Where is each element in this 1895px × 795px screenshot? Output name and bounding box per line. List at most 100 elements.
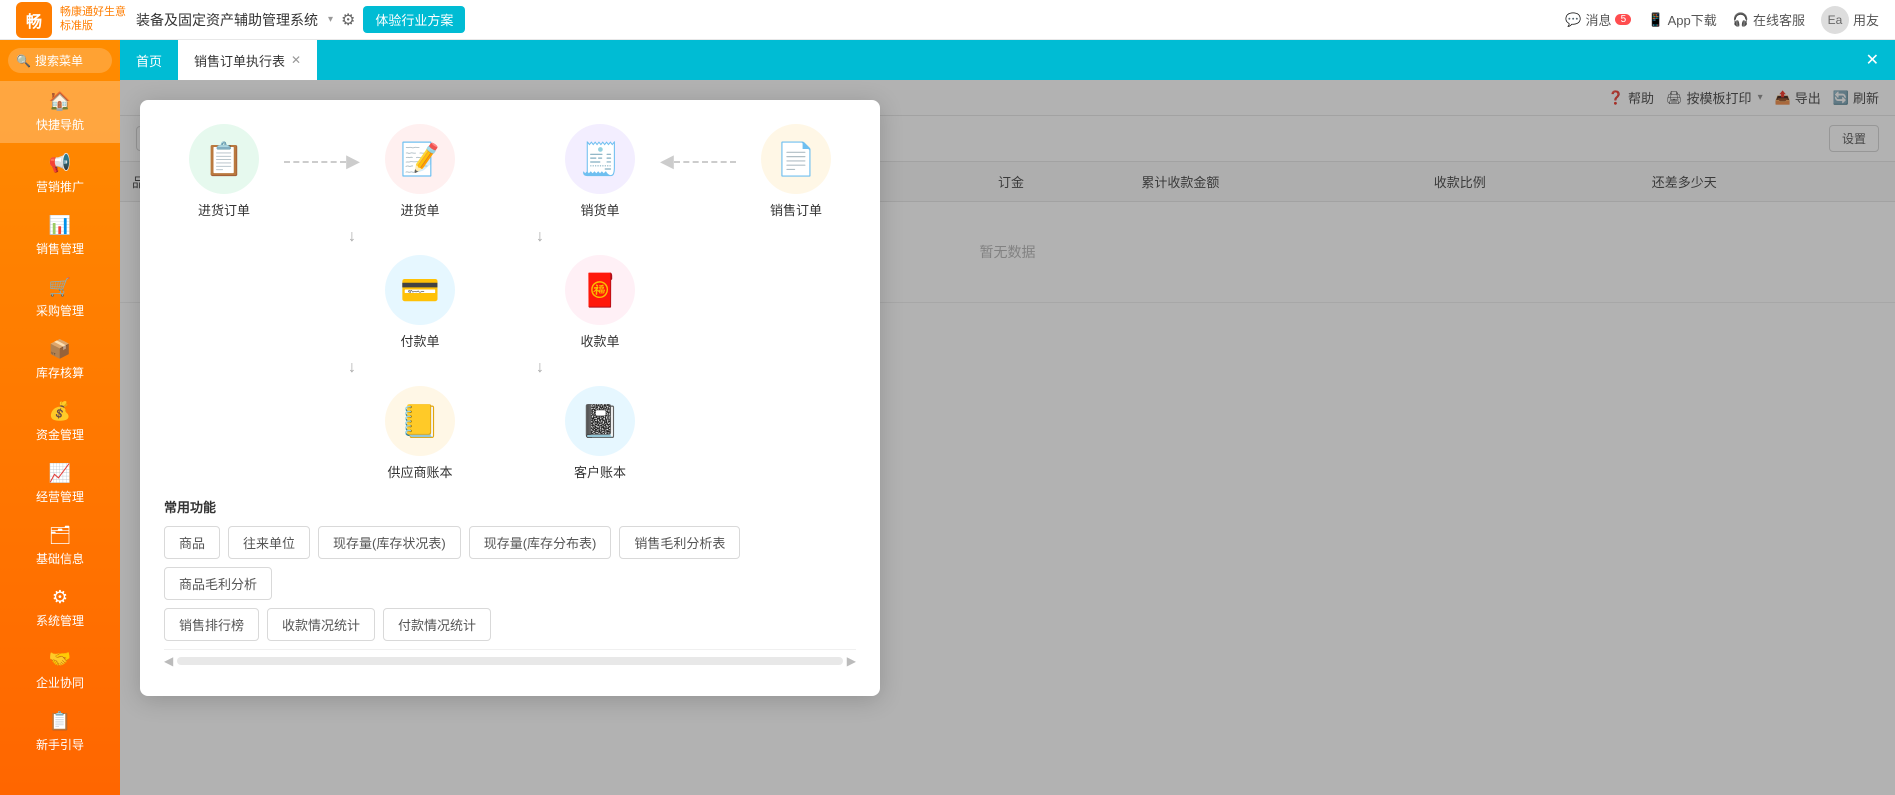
- function-btns-row1: 商品 往来单位 现存量(库存状况表) 现存量(库存分布表) 销售毛利分析表 商品…: [164, 526, 856, 600]
- experience-button[interactable]: 体验行业方案: [363, 6, 465, 33]
- supplier-ledger-circle: 📒: [385, 386, 455, 456]
- avatar: Ea: [1821, 6, 1849, 34]
- topbar: 畅 畅康通好生意 标准版 装备及固定资产辅助管理系统 ▾ ⚙ 体验行业方案 💬 …: [0, 0, 1895, 40]
- finance-icon: 💰: [49, 401, 71, 422]
- scroll-track[interactable]: [177, 657, 843, 665]
- sidebar-item-operations[interactable]: 📈 经营管理: [0, 453, 120, 515]
- flow-node-sale-order[interactable]: 📄 销售订单: [736, 124, 856, 219]
- tab-home[interactable]: 首页: [120, 40, 178, 80]
- popup-overlay: 📋 进货订单 ▶: [120, 80, 1895, 795]
- flow-row-arrows2: ↓ ↓: [164, 358, 856, 378]
- sidebar-item-enterprise[interactable]: 🤝 企业协同: [0, 639, 120, 701]
- sidebar-item-label: 经营管理: [36, 488, 84, 505]
- customer-ledger-circle: 📓: [565, 386, 635, 456]
- func-btn-supplier[interactable]: 往来单位: [228, 526, 310, 559]
- settings-icon[interactable]: ⚙: [341, 10, 355, 30]
- sidebar-item-label: 基础信息: [36, 550, 84, 567]
- dashed-line-2: [674, 161, 736, 163]
- sidebar: 🔍 搜索菜单 🏠 快捷导航 📢 营销推广 📊 销售管理 🛒 采购管理 📦 库存核…: [0, 40, 120, 795]
- sidebar-search-area: 🔍 搜索菜单: [0, 40, 120, 81]
- flow-row-1: 📋 进货订单 ▶: [164, 124, 856, 219]
- dashed-line: [284, 161, 346, 163]
- flow-node-receipt[interactable]: 🧧 收款单: [540, 255, 660, 350]
- flow-node-purchase-order[interactable]: 📋 进货订单: [164, 124, 284, 219]
- flow-node-payment[interactable]: 💳 付款单: [360, 255, 480, 350]
- func-btn-product-profit[interactable]: 商品毛利分析: [164, 567, 272, 600]
- arrow-purchase-order-to-bill: ▶: [284, 151, 360, 192]
- online-service-button[interactable]: 🎧 在线客服: [1733, 10, 1805, 29]
- sidebar-item-label: 库存核算: [36, 364, 84, 381]
- sidebar-item-purchase[interactable]: 🛒 采购管理: [0, 267, 120, 329]
- flow-row-2: 💳 付款单 🧧 收款单: [164, 255, 856, 350]
- receipt-circle: 🧧: [565, 255, 635, 325]
- payment-circle: 💳: [385, 255, 455, 325]
- sale-order-circle: 📄: [761, 124, 831, 194]
- tab-sale-order[interactable]: 销售订单执行表 ✕: [178, 40, 317, 80]
- enterprise-icon: 🤝: [49, 649, 71, 670]
- operations-icon: 📈: [49, 463, 71, 484]
- quick-nav-popup: 📋 进货订单 ▶: [140, 100, 880, 696]
- topbar-actions: 💬 消息 5 📱 App下载 🎧 在线客服 Ea 用友: [1565, 6, 1879, 34]
- sidebar-item-guide[interactable]: 📋 新手引导: [0, 701, 120, 763]
- sidebar-item-label: 企业协同: [36, 674, 84, 691]
- scroll-right-icon[interactable]: ▶: [847, 654, 856, 668]
- sidebar-item-quick-nav[interactable]: 🏠 快捷导航: [0, 81, 120, 143]
- system-icon: ⚙: [52, 587, 68, 608]
- receipt-label: 收款单: [580, 331, 619, 350]
- sale-bill-label: 销货单: [580, 200, 619, 219]
- tab-close-icon[interactable]: ✕: [291, 53, 301, 67]
- sidebar-item-label: 新手引导: [36, 736, 84, 753]
- func-btn-product[interactable]: 商品: [164, 526, 220, 559]
- func-btn-gross-profit[interactable]: 销售毛利分析表: [619, 526, 740, 559]
- scroll-left-icon[interactable]: ◀: [164, 654, 173, 668]
- flow-node-sale-bill[interactable]: 🧾 销货单: [540, 124, 660, 219]
- sidebar-item-label: 系统管理: [36, 612, 84, 629]
- func-btn-receipt-stats[interactable]: 收款情况统计: [267, 608, 375, 641]
- app-download-button[interactable]: 📱 App下载: [1647, 10, 1716, 29]
- scroll-hint: ◀ ▶: [164, 649, 856, 672]
- sales-icon: 📊: [49, 215, 71, 236]
- sidebar-item-inventory[interactable]: 📦 库存核算: [0, 329, 120, 391]
- inventory-icon: 📦: [49, 339, 71, 360]
- sidebar-item-system[interactable]: ⚙ 系统管理: [0, 577, 120, 639]
- close-all-button[interactable]: ✕: [1850, 50, 1895, 70]
- sale-order-label: 销售订单: [770, 200, 822, 219]
- func-btn-inventory-dist[interactable]: 现存量(库存分布表): [469, 526, 612, 559]
- search-icon: 🔍: [16, 54, 31, 68]
- arrow-sale-order-to-bill: ◀: [660, 151, 736, 192]
- flow-row-arrows: ↓ ↓: [164, 227, 856, 247]
- sidebar-item-basic-info[interactable]: 🗂 基础信息: [0, 515, 120, 577]
- home-icon: 🏠: [49, 91, 71, 112]
- func-btn-sales-ranking[interactable]: 销售排行榜: [164, 608, 259, 641]
- common-functions-title: 常用功能: [164, 497, 856, 516]
- service-icon: 🎧: [1733, 12, 1749, 28]
- user-menu[interactable]: Ea 用友: [1821, 6, 1879, 34]
- sidebar-item-sales[interactable]: 📊 销售管理: [0, 205, 120, 267]
- sidebar-item-label: 快捷导航: [36, 116, 84, 133]
- flow-node-purchase-bill[interactable]: 📝 进货单: [360, 124, 480, 219]
- page-content: ❓ 帮助 🖨 按模板打印 ▾ 📤 导出 🔄 刷新: [120, 80, 1895, 795]
- sidebar-item-marketing[interactable]: 📢 营销推广: [0, 143, 120, 205]
- purchase-bill-label: 进货单: [400, 200, 439, 219]
- flow-node-supplier-ledger[interactable]: 📒 供应商账本: [360, 386, 480, 481]
- message-badge: 5: [1615, 14, 1631, 25]
- logo: 畅 畅康通好生意 标准版: [16, 2, 136, 38]
- func-btn-payment-stats[interactable]: 付款情况统计: [383, 608, 491, 641]
- content-area: 首页 销售订单执行表 ✕ ✕ ❓ 帮助 🖨 按模板打印: [120, 40, 1895, 795]
- sidebar-item-label: 营销推广: [36, 178, 84, 195]
- message-button[interactable]: 💬 消息 5: [1565, 10, 1631, 29]
- system-name: 装备及固定资产辅助管理系统: [136, 10, 318, 30]
- function-btns-row2: 销售排行榜 收款情况统计 付款情况统计: [164, 608, 856, 641]
- arrow-down-purchase: ↓: [292, 228, 412, 246]
- sidebar-item-finance[interactable]: 💰 资金管理: [0, 391, 120, 453]
- guide-icon: 📋: [49, 711, 71, 732]
- common-functions: 常用功能 商品 往来单位 现存量(库存状况表) 现存量(库存分布表) 销售毛利分…: [164, 497, 856, 641]
- search-menu-button[interactable]: 🔍 搜索菜单: [8, 48, 112, 73]
- purchase-icon: 🛒: [49, 277, 71, 298]
- func-btn-inventory-status[interactable]: 现存量(库存状况表): [318, 526, 461, 559]
- basic-info-icon: 🗂: [49, 525, 72, 546]
- arrow-down-receipt: ↓: [480, 359, 600, 377]
- system-dropdown-icon[interactable]: ▾: [328, 14, 333, 25]
- flow-diagram: 📋 进货订单 ▶: [164, 124, 856, 481]
- flow-node-customer-ledger[interactable]: 📓 客户账本: [540, 386, 660, 481]
